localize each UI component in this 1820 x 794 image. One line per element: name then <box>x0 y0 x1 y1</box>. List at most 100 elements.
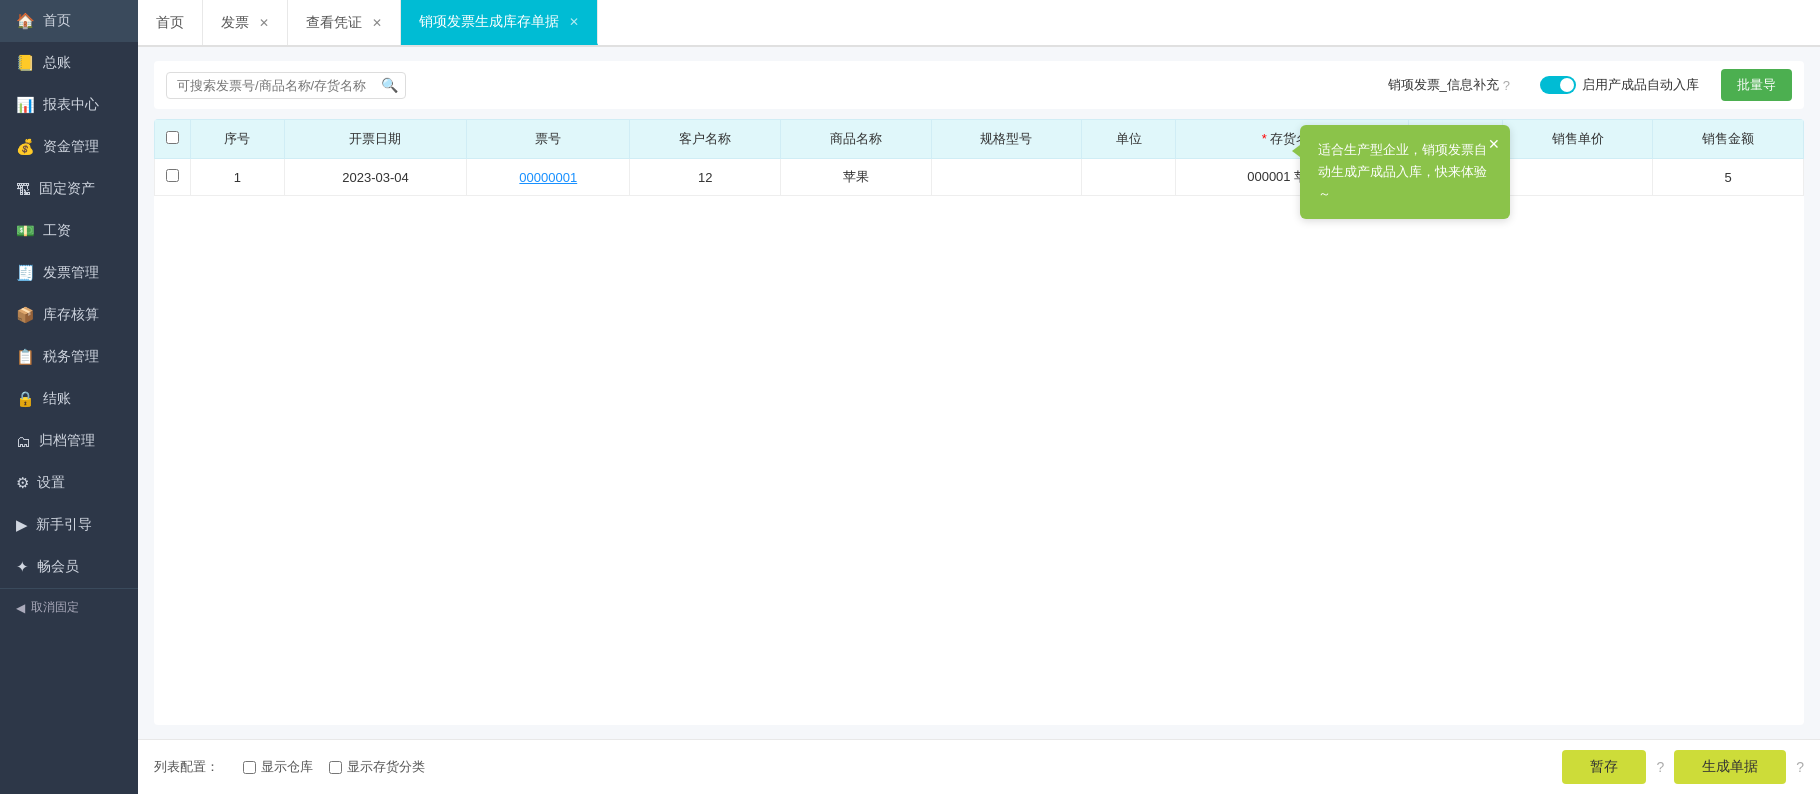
bottom-actions: 暂存 ? 生成单据 ? <box>1562 750 1804 784</box>
sidebar-item-inventory[interactable]: 📦 库存核算 <box>0 294 138 336</box>
select-all-checkbox[interactable] <box>166 131 179 144</box>
table-row: 1 2023-03-04 00000001 12 苹果 000001 苹果 个 … <box>155 159 1804 196</box>
col-header-date: 开票日期 <box>284 120 466 159</box>
cell-ticket-no[interactable]: 00000001 <box>467 159 630 196</box>
sidebar-item-settings[interactable]: ⚙ 设置 <box>0 462 138 504</box>
search-input[interactable] <box>166 72 406 99</box>
sidebar-item-label: 结账 <box>43 390 71 408</box>
cell-spec <box>931 159 1082 196</box>
show-warehouse-checkbox[interactable] <box>243 761 256 774</box>
sidebar-item-member[interactable]: ✦ 畅会员 <box>0 546 138 588</box>
inventory-icon: 📦 <box>16 306 35 324</box>
generate-help-icon[interactable]: ? <box>1796 759 1804 775</box>
cell-date: 2023-03-04 <box>284 159 466 196</box>
guide-icon: ▶ <box>16 516 28 534</box>
sidebar-item-label: 库存核算 <box>43 306 99 324</box>
member-icon: ✦ <box>16 558 29 576</box>
col-header-product: 商品名称 <box>781 120 932 159</box>
info-help-icon[interactable]: ? <box>1503 78 1510 93</box>
sidebar-item-fixed-assets[interactable]: 🏗 固定资产 <box>0 168 138 210</box>
search-icon[interactable]: 🔍 <box>381 77 398 93</box>
tab-invoice-label: 发票 <box>221 14 249 32</box>
tab-invoice-close[interactable]: ✕ <box>259 16 269 30</box>
tooltip-box: ✕ 适合生产型企业，销项发票自动生成产成品入库，快来体验～ <box>1300 125 1510 219</box>
generate-button[interactable]: 生成单据 <box>1674 750 1786 784</box>
sidebar-item-general-ledger[interactable]: 📒 总账 <box>0 42 138 84</box>
row-checkbox-cell <box>155 159 191 196</box>
tab-bar: 首页 发票 ✕ 查看凭证 ✕ 销项发票生成库存单据 ✕ <box>138 0 1820 47</box>
archive-icon: 🗂 <box>16 433 31 450</box>
data-table: 序号 开票日期 票号 客户名称 商品名称 规格型号 单位 存货名称 数量 销售单… <box>154 119 1804 196</box>
pin-label: 取消固定 <box>31 599 79 616</box>
toggle-label: 启用产成品自动入库 <box>1582 76 1699 94</box>
tax-icon: 📋 <box>16 348 35 366</box>
tab-voucher-close[interactable]: ✕ <box>372 16 382 30</box>
page-content: 🔍 销项发票_信息补充 ? 启用产成品自动入库 批量导 序 <box>138 47 1820 739</box>
sidebar-item-guide[interactable]: ▶ 新手引导 <box>0 504 138 546</box>
sidebar-item-closing[interactable]: 🔒 结账 <box>0 378 138 420</box>
show-warehouse-checkbox-label[interactable]: 显示仓库 <box>243 758 313 776</box>
ledger-icon: 📒 <box>16 54 35 72</box>
row-checkbox[interactable] <box>166 169 179 182</box>
col-header-unit: 单位 <box>1082 120 1176 159</box>
show-category-label: 显示存货分类 <box>347 758 425 776</box>
payroll-icon: 💵 <box>16 222 35 240</box>
cell-seq: 1 <box>191 159 285 196</box>
sidebar-item-label: 畅会员 <box>37 558 79 576</box>
tab-voucher-label: 查看凭证 <box>306 14 362 32</box>
toggle-area: 启用产成品自动入库 <box>1540 76 1699 94</box>
sidebar-item-label: 资金管理 <box>43 138 99 156</box>
tooltip-text: 适合生产型企业，销项发票自动生成产成品入库，快来体验～ <box>1318 142 1487 201</box>
sidebar-item-label: 设置 <box>37 474 65 492</box>
unpin-button[interactable]: ◀ 取消固定 <box>0 588 138 626</box>
sidebar-item-home[interactable]: 🏠 首页 <box>0 0 138 42</box>
batch-import-button[interactable]: 批量导 <box>1721 69 1792 101</box>
sidebar-item-archive[interactable]: 🗂 归档管理 <box>0 420 138 462</box>
home-icon: 🏠 <box>16 12 35 30</box>
sidebar: 🏠 首页 📒 总账 📊 报表中心 💰 资金管理 🏗 固定资产 💵 工资 🧾 发票… <box>0 0 138 794</box>
sidebar-item-tax[interactable]: 📋 税务管理 <box>0 336 138 378</box>
data-table-wrap: 序号 开票日期 票号 客户名称 商品名称 规格型号 单位 存货名称 数量 销售单… <box>154 119 1804 725</box>
show-category-checkbox-label[interactable]: 显示存货分类 <box>329 758 425 776</box>
tab-cancel-invoice-label: 销项发票生成库存单据 <box>419 13 559 31</box>
sidebar-item-invoice-mgmt[interactable]: 🧾 发票管理 <box>0 252 138 294</box>
settings-icon: ⚙ <box>16 474 29 492</box>
sidebar-item-label: 工资 <box>43 222 71 240</box>
col-header-ticket-no: 票号 <box>467 120 630 159</box>
cell-unit <box>1082 159 1176 196</box>
save-help-icon[interactable]: ? <box>1656 759 1664 775</box>
assets-icon: 🏗 <box>16 181 31 198</box>
fund-icon: 💰 <box>16 138 35 156</box>
reports-icon: 📊 <box>16 96 35 114</box>
auto-warehouse-toggle[interactable] <box>1540 76 1576 94</box>
save-button[interactable]: 暂存 <box>1562 750 1646 784</box>
col-header-unit-price: 销售单价 <box>1502 120 1653 159</box>
sidebar-item-payroll[interactable]: 💵 工资 <box>0 210 138 252</box>
tooltip-close-button[interactable]: ✕ <box>1488 133 1500 157</box>
show-category-checkbox[interactable] <box>329 761 342 774</box>
cell-amount: 5 <box>1653 159 1804 196</box>
sidebar-item-fund[interactable]: 💰 资金管理 <box>0 126 138 168</box>
tab-invoice[interactable]: 发票 ✕ <box>203 0 288 45</box>
pin-icon: ◀ <box>16 601 25 615</box>
col-header-checkbox <box>155 120 191 159</box>
col-header-seq: 序号 <box>191 120 285 159</box>
col-header-amount: 销售金额 <box>1653 120 1804 159</box>
sidebar-item-label: 新手引导 <box>36 516 92 534</box>
tab-home[interactable]: 首页 <box>138 0 203 45</box>
cell-unit-price <box>1502 159 1653 196</box>
sidebar-item-label: 首页 <box>43 12 71 30</box>
tab-cancel-invoice[interactable]: 销项发票生成库存单据 ✕ <box>401 0 598 45</box>
tab-cancel-invoice-close[interactable]: ✕ <box>569 15 579 29</box>
list-config-label: 列表配置： <box>154 758 219 776</box>
sidebar-item-label: 归档管理 <box>39 432 95 450</box>
show-warehouse-label: 显示仓库 <box>261 758 313 776</box>
search-wrap: 🔍 <box>166 72 406 99</box>
sidebar-item-label: 总账 <box>43 54 71 72</box>
sidebar-item-reports[interactable]: 📊 报表中心 <box>0 84 138 126</box>
tab-voucher[interactable]: 查看凭证 ✕ <box>288 0 401 45</box>
info-label: 销项发票_信息补充 ? <box>1388 76 1510 94</box>
invoice-icon: 🧾 <box>16 264 35 282</box>
bottom-bar: 列表配置： 显示仓库 显示存货分类 暂存 ? 生成单据 ? <box>138 739 1820 794</box>
main-area: 首页 发票 ✕ 查看凭证 ✕ 销项发票生成库存单据 ✕ 🔍 销项发票_信息补充 … <box>138 0 1820 794</box>
